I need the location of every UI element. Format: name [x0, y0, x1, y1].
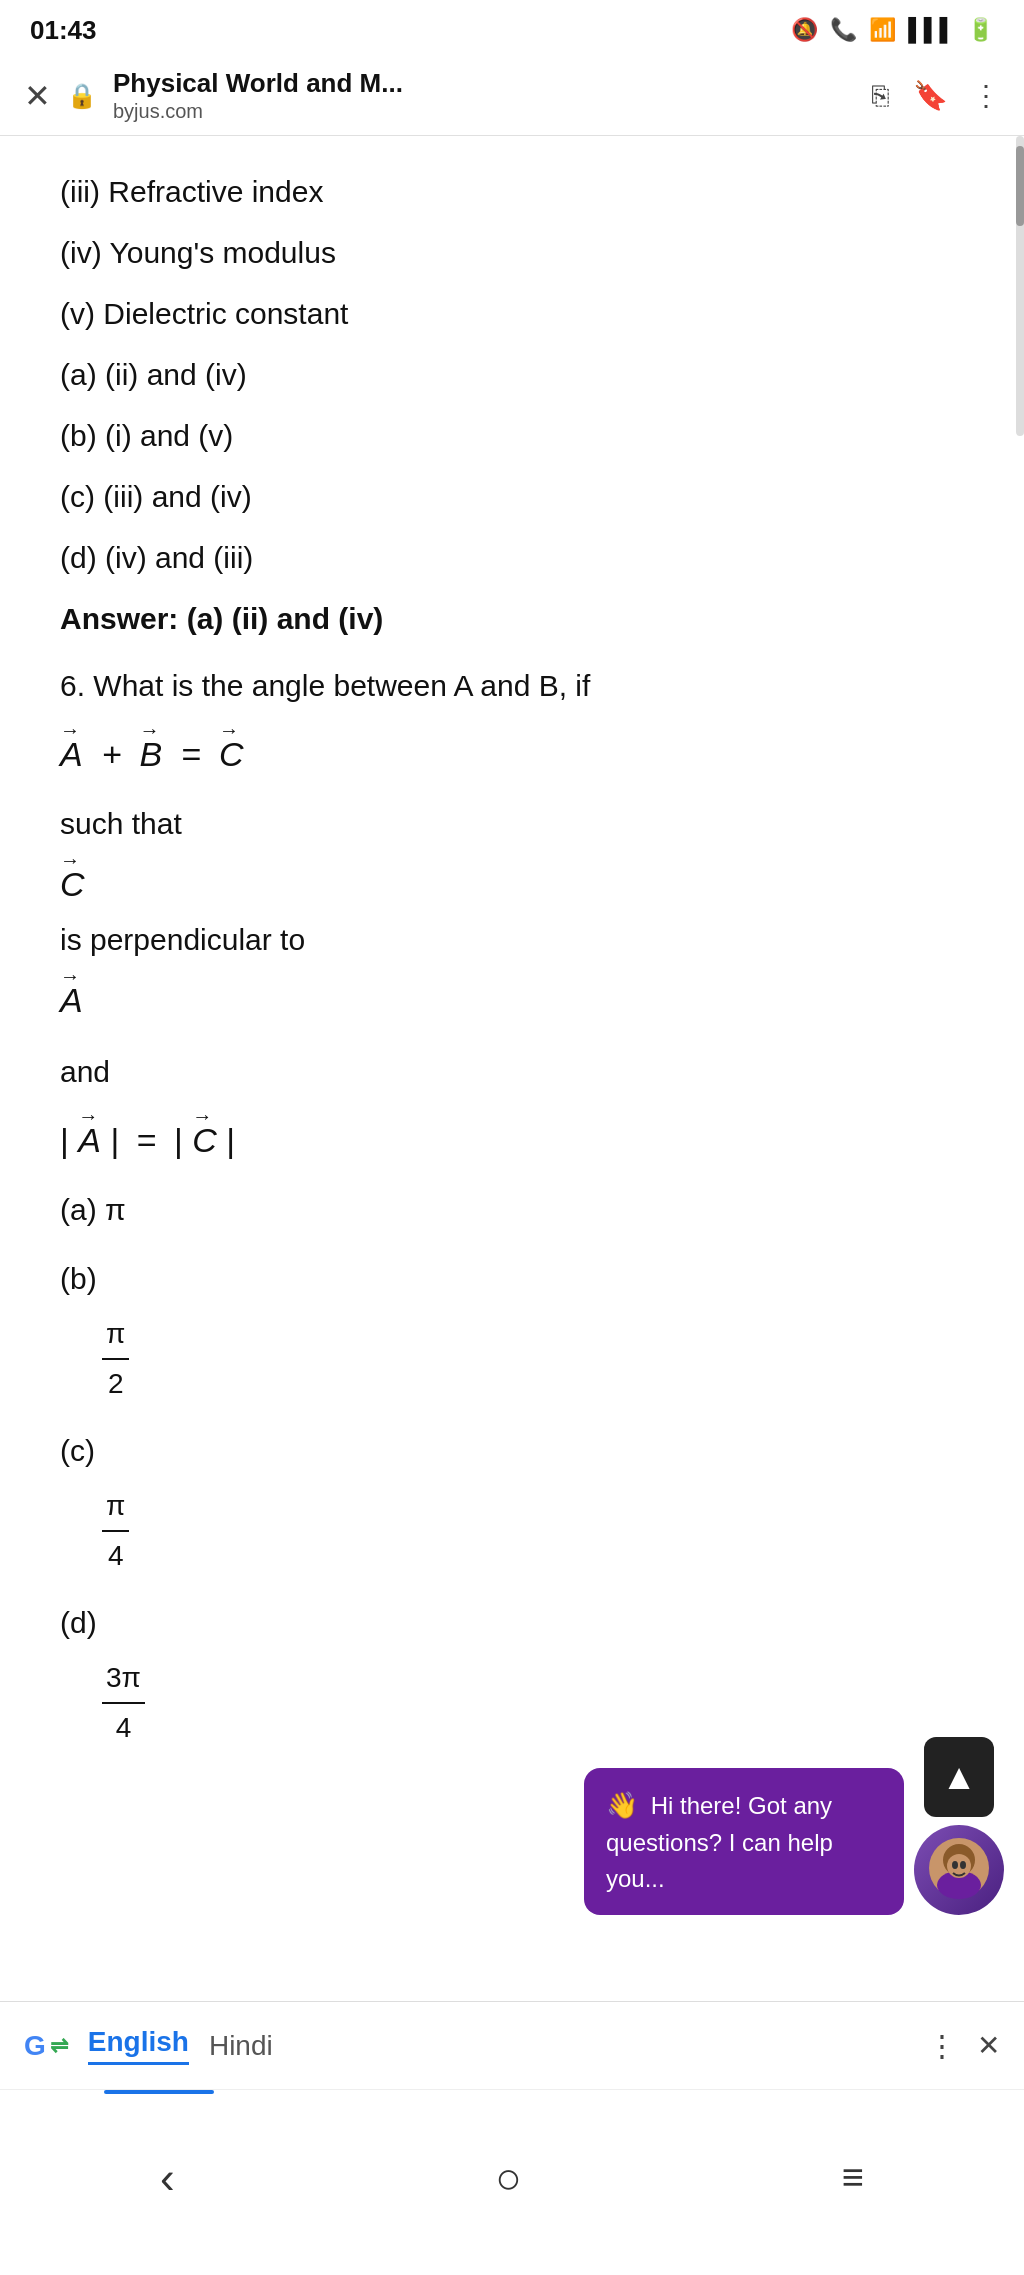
nav-bar: ‹ ○ ≡: [0, 2089, 1024, 2275]
fraction-3pi-4: 3π 4: [102, 1654, 145, 1751]
recents-button[interactable]: ≡: [842, 2156, 864, 2199]
vector-b: B→: [139, 729, 162, 780]
q6-option-b: (b) π 2: [60, 1253, 964, 1407]
q6-option-b-fraction: π 2: [100, 1310, 964, 1407]
perpendicular-to: is perpendicular to: [60, 914, 964, 965]
battery-icon: 🔋: [967, 17, 994, 43]
tab-english[interactable]: English: [88, 2026, 189, 2065]
fraction-pi-2: π 2: [102, 1310, 129, 1407]
svg-point-5: [960, 1861, 966, 1869]
fraction-numerator: 3π: [102, 1654, 145, 1704]
status-bar: 01:43 🔕 📞 📶 ▌▌▌ 🔋: [0, 0, 1024, 56]
chat-widget[interactable]: 👋 Hi there! Got any questions? I can hel…: [584, 1737, 1004, 1915]
notification-icon: 🔕: [791, 17, 818, 43]
fraction-numerator: π: [102, 1482, 129, 1532]
translation-more-button[interactable]: ⋮: [927, 2028, 957, 2063]
translate-icon: ⇌: [50, 2033, 68, 2059]
call-icon: 📞: [830, 17, 857, 43]
list-item-v: (v) Dielectric constant: [60, 288, 964, 339]
home-button[interactable]: ○: [495, 2153, 522, 2203]
tab-hindi[interactable]: Hindi: [209, 2030, 273, 2062]
q6-option-a-label: (a) π: [60, 1193, 126, 1226]
browser-bar: ✕ 🔒 Physical World and M... byjus.com ⎘ …: [0, 56, 1024, 136]
equals-sign: =: [182, 735, 202, 773]
and-text: and: [60, 1046, 964, 1097]
fraction-denominator: 4: [112, 1704, 136, 1752]
wifi-icon: 📶: [869, 17, 896, 43]
answer-text: (a) (ii) and (iv): [178, 602, 383, 635]
math-equation: A→ + B→ = C→: [60, 729, 964, 780]
such-that: such that: [60, 798, 964, 849]
chat-bubble[interactable]: 👋 Hi there! Got any questions? I can hel…: [584, 1768, 904, 1915]
scrollbar[interactable]: [1016, 136, 1024, 436]
q6-option-d: (d) 3π 4: [60, 1597, 964, 1751]
translation-bar: G ⇌ English Hindi ⋮ ✕: [0, 2001, 1024, 2089]
browser-title-block: Physical World and M... byjus.com: [113, 68, 856, 122]
answer-label: Answer:: [60, 602, 178, 635]
option-a: (a) (ii) and (iv): [60, 349, 964, 400]
arrow-up-icon: ▲: [941, 1756, 977, 1798]
list-item-iii: (iii) Refractive index: [60, 166, 964, 217]
list-item-iv: (iv) Young's modulus: [60, 227, 964, 278]
google-translate-logo: G ⇌: [24, 2030, 68, 2062]
more-options-icon[interactable]: ⋮: [972, 79, 1000, 112]
option-c: (c) (iii) and (iv): [60, 471, 964, 522]
main-content: (iii) Refractive index (iv) Young's modu…: [0, 136, 1024, 1790]
chat-bubble-text: Hi there! Got any questions? I can help …: [606, 1792, 833, 1892]
svg-point-4: [952, 1861, 958, 1869]
option-d: (d) (iv) and (iii): [60, 532, 964, 583]
q6-option-a: (a) π: [60, 1184, 964, 1235]
share-icon[interactable]: ⎘: [872, 80, 889, 112]
fraction-pi-4: π 4: [102, 1482, 129, 1579]
q6-option-c-label: (c): [60, 1425, 964, 1476]
lock-icon: 🔒: [67, 82, 97, 110]
vector-a-label: A→: [60, 975, 964, 1026]
vector-c: C→: [219, 729, 244, 780]
vector-a: A→: [60, 729, 83, 780]
fraction-denominator: 2: [104, 1360, 128, 1408]
status-time: 01:43: [30, 15, 97, 46]
q6-option-c: (c) π 4: [60, 1425, 964, 1579]
page-url: byjus.com: [113, 100, 856, 123]
fraction-denominator: 4: [104, 1532, 128, 1580]
answer-line: Answer: (a) (ii) and (iv): [60, 593, 964, 644]
nav-buttons: ‹ ○ ≡: [0, 2153, 1024, 2203]
q6-option-d-label: (d): [60, 1597, 964, 1648]
fraction-numerator: π: [102, 1310, 129, 1360]
page-title: Physical World and M...: [113, 68, 856, 99]
svg-point-3: [947, 1854, 971, 1878]
option-b: (b) (i) and (v): [60, 410, 964, 461]
browser-actions: ⎘ 🔖 ⋮: [872, 79, 1000, 112]
q6-option-c-fraction: π 4: [100, 1482, 964, 1579]
back-button[interactable]: ‹: [160, 2153, 175, 2203]
vector-c-label: C→: [60, 859, 964, 910]
scroll-thumb[interactable]: [1016, 146, 1024, 226]
close-tab-button[interactable]: ✕: [24, 77, 51, 115]
signal-icon: ▌▌▌: [908, 17, 955, 43]
wave-icon: 👋: [606, 1790, 638, 1820]
active-tab-indicator: [104, 2090, 214, 2094]
magnitude-equation: | A→ | = | C→ |: [60, 1115, 964, 1166]
avatar-image: [919, 1830, 999, 1910]
chat-scroll-up-button[interactable]: ▲: [924, 1737, 994, 1817]
plus-sign: +: [102, 735, 122, 773]
chat-avatar[interactable]: [914, 1825, 1004, 1915]
status-icons: 🔕 📞 📶 ▌▌▌ 🔋: [791, 17, 994, 43]
google-g-icon: G: [24, 2030, 46, 2062]
q6-title: 6. What is the angle between A and B, if: [60, 660, 964, 711]
q6-option-b-label: (b): [60, 1253, 964, 1304]
bookmark-icon[interactable]: 🔖: [913, 79, 948, 112]
chat-controls: ▲: [914, 1737, 1004, 1915]
translation-close-button[interactable]: ✕: [977, 2029, 1000, 2062]
